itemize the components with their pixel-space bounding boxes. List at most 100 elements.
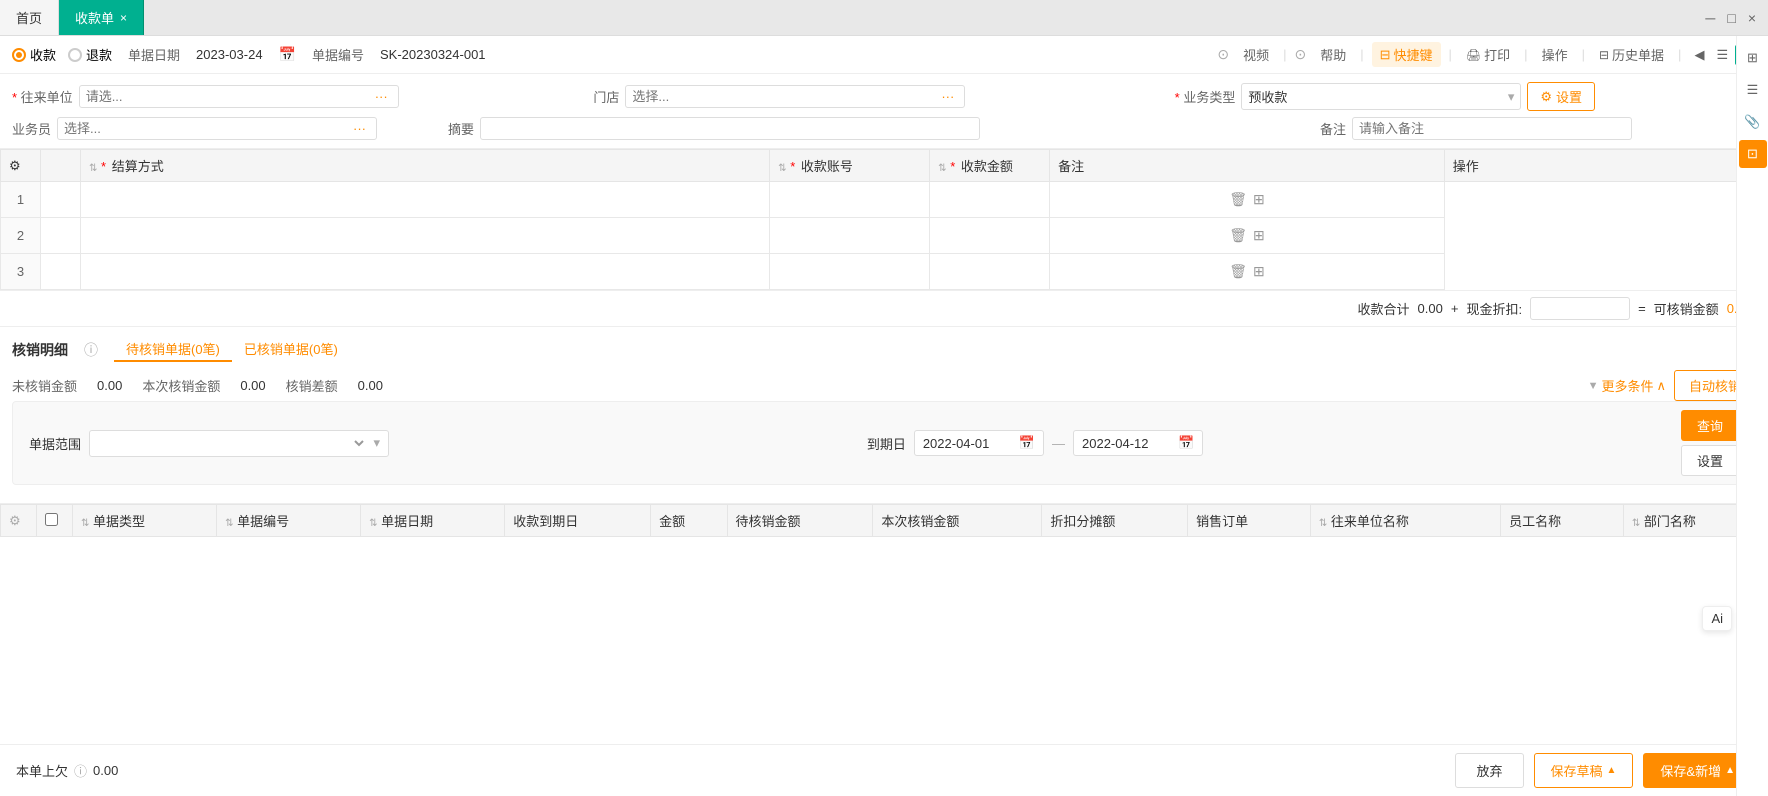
tab-close-icon[interactable]: × — [120, 11, 127, 25]
maximize-button[interactable]: □ — [1727, 10, 1735, 26]
right-panel-icon-3[interactable]: 📎 — [1739, 108, 1767, 136]
th-gear-verify[interactable]: ⚙ — [9, 513, 21, 528]
row-3-copy-icon[interactable]: ⊞ — [1253, 263, 1265, 280]
tab-pending[interactable]: 待核销单据(0笔) — [114, 337, 232, 362]
row-num-3: 3 — [1, 254, 41, 290]
gear-icon: ⚙ — [1540, 89, 1552, 105]
print-action[interactable]: 🖨 打印 — [1460, 43, 1516, 66]
row-2-settlement[interactable] — [41, 218, 81, 254]
row-1-amount[interactable] — [770, 182, 930, 218]
row-2-amount[interactable] — [770, 218, 930, 254]
th-check-all[interactable] — [37, 505, 73, 537]
row-1-account[interactable] — [81, 182, 770, 218]
date-start-wrapper[interactable]: 📅 — [914, 430, 1044, 456]
list-view-icon[interactable]: ☰ — [1711, 45, 1733, 65]
range-select[interactable] — [98, 435, 367, 452]
verify-setting-label: 设置 — [1697, 454, 1723, 469]
current-owe-value: 0.00 — [93, 763, 118, 778]
remark-input-wrapper[interactable] — [1352, 117, 1632, 140]
discount-input[interactable] — [1530, 297, 1630, 320]
row-3-delete-icon[interactable]: 🗑 — [1229, 263, 1247, 280]
radio-refund[interactable]: 退款 — [68, 45, 112, 64]
discard-button[interactable]: 放弃 — [1455, 753, 1523, 788]
operation-action[interactable]: 操作 — [1536, 43, 1574, 66]
history-action[interactable]: ⊟ 历史单据 — [1593, 43, 1670, 66]
salesperson-label: 业务员 — [12, 119, 51, 138]
setting-button[interactable]: ⚙ 设置 — [1527, 82, 1595, 111]
radio-receipt-label: 收款 — [30, 45, 56, 64]
counterpart-input[interactable] — [86, 89, 371, 104]
print-icon: 🖨 — [1466, 48, 1481, 62]
row-3-account[interactable] — [81, 254, 770, 290]
row-num-2: 2 — [1, 218, 41, 254]
date-end-icon[interactable]: 📅 — [1178, 435, 1194, 451]
date-end-input[interactable] — [1082, 436, 1172, 451]
video-label: 视频 — [1243, 45, 1269, 64]
summary-input[interactable] — [487, 121, 973, 136]
row-1-copy-icon[interactable]: ⊞ — [1253, 191, 1265, 208]
row-1-remark[interactable] — [930, 182, 1050, 218]
query-button[interactable]: 查询 — [1681, 410, 1739, 441]
footer-right: 放弃 保存草稿 ▲ 保存&新增 ▲ — [1455, 753, 1752, 788]
counterpart-input-wrapper[interactable]: ··· — [79, 85, 399, 108]
summary-input-wrapper[interactable] — [480, 117, 980, 140]
shop-input-wrapper[interactable]: ··· — [625, 85, 965, 108]
remark-input[interactable] — [1359, 121, 1625, 136]
business-type-select-wrapper[interactable]: 预收款 ▾ — [1241, 83, 1521, 110]
salesperson-ellipsis[interactable]: ··· — [349, 121, 370, 136]
table-row: 1 🗑 ⊞ — [1, 182, 1768, 218]
row-2-delete-icon[interactable]: 🗑 — [1229, 227, 1247, 244]
more-conditions[interactable]: ▼ 更多条件 ∧ — [1588, 376, 1666, 395]
shop-input[interactable] — [632, 89, 937, 104]
sort-dept: ⇅ — [1632, 518, 1640, 529]
shortcut-action[interactable]: ⊟ 快捷键 — [1372, 42, 1441, 67]
prev-view-icon[interactable]: ◀ — [1689, 45, 1709, 65]
date-end-wrapper[interactable]: 📅 — [1073, 430, 1203, 456]
save-draft-button[interactable]: 保存草稿 ▲ — [1534, 753, 1634, 788]
setting-label: 设置 — [1556, 87, 1582, 106]
date-start-icon[interactable]: 📅 — [1019, 435, 1035, 451]
number-value: SK-20230324-001 — [380, 47, 486, 62]
tab-home[interactable]: 首页 — [0, 0, 59, 35]
row-3-action: 🗑 ⊞ — [1050, 254, 1445, 290]
video-action[interactable]: 视频 — [1237, 43, 1275, 66]
date-start-input[interactable] — [923, 436, 1013, 451]
th-account: ⇅ * 收款账号 — [770, 150, 930, 182]
check-all-checkbox[interactable] — [45, 513, 58, 526]
radio-receipt[interactable]: 收款 — [12, 45, 56, 64]
row-1-settlement[interactable] — [41, 182, 81, 218]
row-3-amount[interactable] — [770, 254, 930, 290]
ai-badge[interactable]: Ai — [1702, 606, 1732, 631]
row-2-remark[interactable] — [930, 218, 1050, 254]
tab-active[interactable]: 收款单 × — [59, 0, 144, 35]
minimize-button[interactable]: ─ — [1705, 10, 1715, 26]
th-gear[interactable]: ⚙ — [1, 150, 41, 182]
close-button[interactable]: × — [1748, 10, 1756, 26]
verify-setting-button[interactable]: 设置 — [1681, 445, 1739, 476]
shop-label: 门店 — [593, 87, 619, 106]
row-3-settlement[interactable] — [41, 254, 81, 290]
tab-completed[interactable]: 已核销单据(0笔) — [232, 337, 350, 362]
range-select-wrapper[interactable]: ▾ — [89, 430, 389, 457]
counterpart-ellipsis[interactable]: ··· — [371, 89, 392, 104]
row-3-remark[interactable] — [930, 254, 1050, 290]
owe-info-icon[interactable]: ⓘ — [74, 761, 87, 780]
row-2-account[interactable] — [81, 218, 770, 254]
unchecked-value: 0.00 — [97, 378, 122, 393]
row-2-copy-icon[interactable]: ⊞ — [1253, 227, 1265, 244]
help-action[interactable]: 帮助 — [1314, 43, 1352, 66]
right-panel: ⊞ ☰ 📎 ⊡ — [1736, 36, 1768, 796]
shop-ellipsis[interactable]: ··· — [937, 89, 958, 104]
date-label: 到期日 — [867, 434, 906, 453]
right-panel-icon-2[interactable]: ☰ — [1739, 76, 1767, 104]
salesperson-input-wrapper[interactable]: ··· — [57, 117, 377, 140]
salesperson-input[interactable] — [64, 121, 349, 136]
row-1-delete-icon[interactable]: 🗑 — [1229, 191, 1247, 208]
toolbar-actions: ⊙ 视频 | ⊙ 帮助 | ⊟ 快捷键 | 🖨 打印 | 操作 | — [1217, 42, 1756, 67]
right-panel-icon-4[interactable]: ⊡ — [1739, 140, 1767, 168]
shortcut-label: 快捷键 — [1394, 45, 1433, 64]
date-picker-icon[interactable]: 📅 — [279, 46, 296, 63]
right-panel-icon-1[interactable]: ⊞ — [1739, 44, 1767, 72]
radio-refund-label: 退款 — [86, 45, 112, 64]
verify-info-icon[interactable]: ⓘ — [84, 340, 98, 360]
